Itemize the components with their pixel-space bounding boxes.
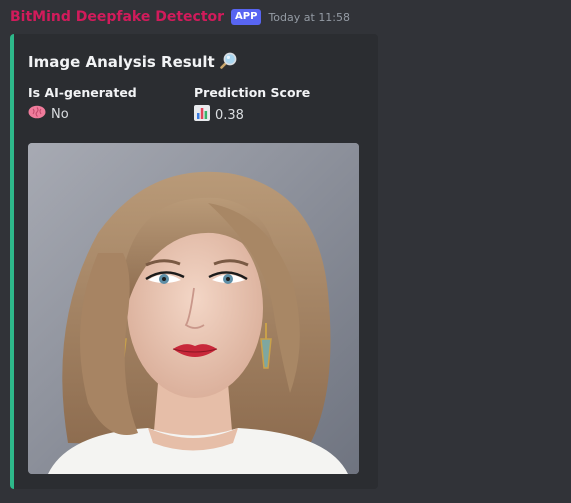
field-is-ai-generated: Is AI-generated No	[28, 85, 137, 123]
magnifier-icon	[219, 51, 238, 73]
embed-card: Image Analysis Result Is AI-generated No…	[10, 34, 378, 489]
embed-image[interactable]	[28, 143, 359, 474]
app-badge: APP	[231, 9, 262, 25]
field-name: Is AI-generated	[28, 85, 137, 100]
message-timestamp[interactable]: Today at 11:58	[268, 11, 350, 24]
bar-chart-icon	[194, 105, 210, 125]
field-name: Prediction Score	[194, 85, 311, 100]
message-header: BitMind Deepfake Detector APP Today at 1…	[10, 9, 350, 25]
embed-title-text: Image Analysis Result	[28, 53, 215, 71]
field-value-row: 0.38	[194, 105, 310, 125]
bot-username[interactable]: BitMind Deepfake Detector	[10, 9, 224, 25]
brain-icon	[28, 105, 46, 123]
portrait-photo	[28, 143, 359, 474]
field-value: No	[51, 106, 69, 122]
embed-title: Image Analysis Result	[28, 51, 238, 73]
field-prediction-score: Prediction Score 0.38	[194, 85, 310, 125]
field-value: 0.38	[215, 107, 244, 123]
field-value-row: No	[28, 105, 137, 123]
